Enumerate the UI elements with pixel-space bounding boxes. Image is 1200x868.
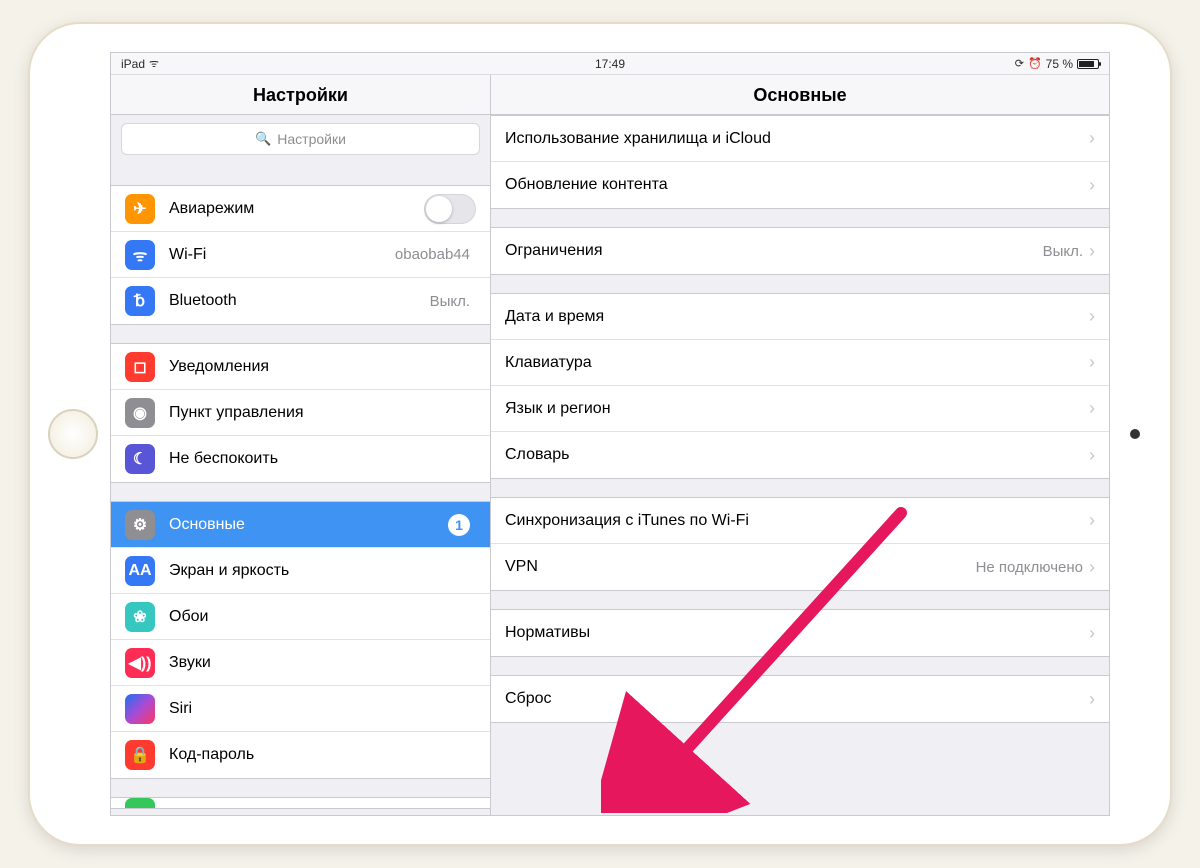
display-icon: AA (125, 556, 155, 586)
clock: 17:49 (595, 57, 625, 71)
siri-icon (125, 694, 155, 724)
detail-row-label: Клавиатура (505, 354, 1089, 372)
sidebar-item-dnd[interactable]: ☾ Не беспокоить (111, 436, 490, 482)
chevron-right-icon: › (1089, 352, 1095, 373)
detail-row[interactable]: Использование хранилища и iCloud› (491, 116, 1109, 162)
detail-row[interactable]: Нормативы› (491, 610, 1109, 656)
detail-row-label: Дата и время (505, 308, 1089, 326)
sidebar-item-label: Обои (169, 608, 476, 626)
chevron-right-icon: › (1089, 510, 1095, 531)
sidebar-item-label: Звуки (169, 654, 476, 672)
battery-percent: 75 % (1046, 57, 1073, 71)
chevron-right-icon: › (1089, 557, 1095, 578)
detail-row-label: VPN (505, 558, 976, 576)
detail-row[interactable]: Дата и время› (491, 294, 1109, 340)
sidebar-title: Настройки (111, 75, 490, 115)
screen: iPad ᯤ 17:49 ⟳ ⏰ 75 % Настройки 🔍 Настро… (110, 52, 1110, 816)
chevron-right-icon: › (1089, 128, 1095, 149)
battery-icon (1077, 59, 1099, 69)
sidebar-item-label: Пункт управления (169, 404, 476, 422)
search-icon: 🔍 (255, 131, 271, 147)
sidebar-item-value: Выкл. (430, 293, 470, 310)
sidebar-item-label: Код-пароль (169, 746, 476, 764)
sidebar-item-wifi[interactable]: ᯤ Wi-Fiobaobab44 (111, 232, 490, 278)
detail-title: Основные (491, 75, 1109, 115)
sidebar-item-label: Уведомления (169, 358, 476, 376)
detail-row[interactable]: Клавиатура› (491, 340, 1109, 386)
green-icon (125, 798, 155, 808)
detail-row-label: Синхронизация с iTunes по Wi-Fi (505, 512, 1089, 530)
sidebar-item-label: Siri (169, 700, 476, 718)
detail-row[interactable]: ОграниченияВыкл. › (491, 228, 1109, 274)
pass-icon: 🔒 (125, 740, 155, 770)
detail-row-label: Использование хранилища и iCloud (505, 130, 1089, 148)
dnd-icon: ☾ (125, 444, 155, 474)
chevron-right-icon: › (1089, 306, 1095, 327)
detail-row-label: Сброс (505, 690, 1089, 708)
airplane-icon: ✈ (125, 194, 155, 224)
orientation-lock-icon: ⟳ (1015, 57, 1024, 70)
sidebar-item-general[interactable]: ⚙ Основные1 (111, 502, 490, 548)
settings-sidebar: Настройки 🔍 Настройки ✈ Авиарежим ᯤ Wi-Fiob… (111, 75, 491, 815)
chevron-right-icon: › (1089, 398, 1095, 419)
badge: 1 (448, 514, 470, 536)
chevron-right-icon: › (1089, 175, 1095, 196)
sidebar-item-wall[interactable]: ❀ Обои (111, 594, 490, 640)
chevron-right-icon: › (1089, 241, 1095, 262)
detail-row-label: Словарь (505, 446, 1089, 464)
detail-row[interactable]: Синхронизация с iTunes по Wi-Fi› (491, 498, 1109, 544)
sidebar-item-siri[interactable]: Siri (111, 686, 490, 732)
detail-row-value: Выкл. (1043, 243, 1083, 260)
detail-row-label: Нормативы (505, 624, 1089, 642)
chevron-right-icon: › (1089, 445, 1095, 466)
sidebar-item-label: Основные (169, 516, 448, 534)
sidebar-item-pass[interactable]: 🔒 Код-пароль (111, 732, 490, 778)
sidebar-item-cc[interactable]: ◉ Пункт управления (111, 390, 490, 436)
wifi-icon: ᯤ (125, 240, 155, 270)
device-label: iPad (121, 57, 145, 71)
sidebar-item-label: Wi-Fi (169, 246, 395, 264)
wifi-status-icon: ᯤ (149, 56, 159, 71)
home-button[interactable] (48, 409, 98, 459)
sidebar-item-sound[interactable]: ◀)) Звуки (111, 640, 490, 686)
sidebar-item-value: obaobab44 (395, 246, 470, 263)
bt-icon: ␢ (125, 286, 155, 316)
detail-row-value: Не подключено (976, 559, 1083, 576)
front-camera (1130, 429, 1140, 439)
detail-row-label: Ограничения (505, 242, 1043, 260)
sidebar-item-label: Bluetooth (169, 292, 430, 310)
sidebar-item-airplane[interactable]: ✈ Авиарежим (111, 186, 490, 232)
sidebar-item-label: Экран и яркость (169, 562, 476, 580)
detail-row[interactable]: Язык и регион› (491, 386, 1109, 432)
sidebar-item-label: Не беспокоить (169, 450, 476, 468)
chevron-right-icon: › (1089, 623, 1095, 644)
airplane-toggle[interactable] (424, 194, 476, 224)
search-input[interactable]: 🔍 Настройки (121, 123, 480, 155)
detail-row[interactable]: VPNНе подключено › (491, 544, 1109, 590)
detail-row[interactable]: Обновление контента› (491, 162, 1109, 208)
detail-row[interactable]: Сброс› (491, 676, 1109, 722)
detail-row-label: Язык и регион (505, 400, 1089, 418)
detail-row-label: Обновление контента (505, 176, 1089, 194)
search-placeholder: Настройки (277, 131, 346, 147)
sidebar-item-notif[interactable]: ◻ Уведомления (111, 344, 490, 390)
wall-icon: ❀ (125, 602, 155, 632)
general-icon: ⚙ (125, 510, 155, 540)
sidebar-item-label: Авиарежим (169, 200, 424, 218)
alarm-icon: ⏰ (1028, 57, 1042, 70)
sidebar-item-next[interactable] (111, 798, 490, 808)
cc-icon: ◉ (125, 398, 155, 428)
sound-icon: ◀)) (125, 648, 155, 678)
sidebar-item-display[interactable]: AA Экран и яркость (111, 548, 490, 594)
chevron-right-icon: › (1089, 689, 1095, 710)
notif-icon: ◻ (125, 352, 155, 382)
sidebar-item-bt[interactable]: ␢ BluetoothВыкл. (111, 278, 490, 324)
ipad-frame: iPad ᯤ 17:49 ⟳ ⏰ 75 % Настройки 🔍 Настро… (30, 24, 1170, 844)
detail-row[interactable]: Словарь› (491, 432, 1109, 478)
status-bar: iPad ᯤ 17:49 ⟳ ⏰ 75 % (111, 53, 1109, 75)
detail-pane: Основные Использование хранилища и iClou… (491, 75, 1109, 815)
